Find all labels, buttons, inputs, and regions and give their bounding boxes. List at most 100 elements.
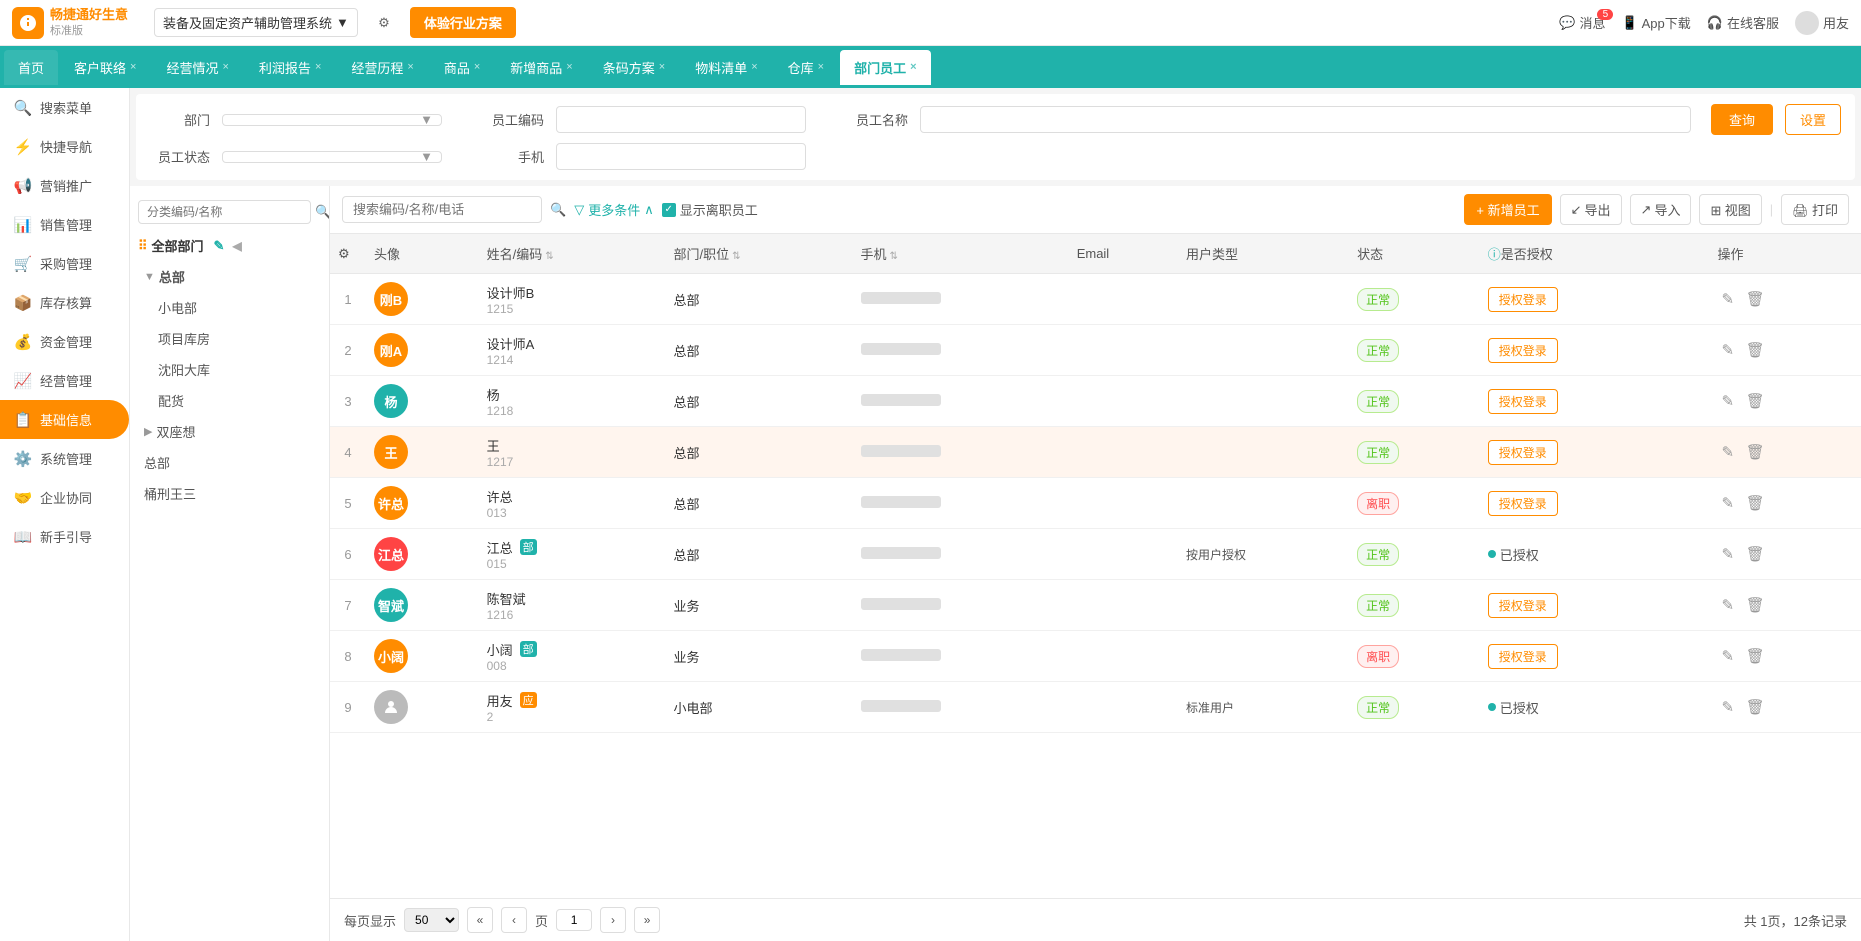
sidebar-item-quicknav[interactable]: ⚡ 快捷导航 (0, 127, 129, 166)
app-download-button[interactable]: 📱 App下载 (1621, 13, 1690, 32)
edit-button[interactable]: ✎ (1718, 543, 1739, 565)
th-phone[interactable]: 手机 (853, 234, 1069, 274)
tab-business[interactable]: 经营情况 × (152, 50, 242, 85)
close-icon[interactable]: × (751, 61, 757, 73)
close-icon[interactable]: × (130, 61, 136, 73)
close-icon[interactable]: × (315, 61, 321, 73)
dept-item-shuangzuo[interactable]: ▶ 双座想 (130, 416, 329, 447)
dept-item-zongbu2[interactable]: 总部 (130, 447, 329, 478)
close-icon[interactable]: × (474, 61, 480, 73)
sidebar-item-guide[interactable]: 📖 新手引导 (0, 517, 129, 556)
tab-profit[interactable]: 利润报告 × (245, 50, 335, 85)
edit-button[interactable]: ✎ (1718, 594, 1739, 616)
trial-button[interactable]: 体验行业方案 (410, 7, 516, 38)
close-icon[interactable]: × (910, 61, 916, 73)
dept-item-project[interactable]: 项目库房 (130, 323, 329, 354)
online-service-button[interactable]: 🎧 在线客服 (1707, 13, 1779, 32)
tab-history[interactable]: 经营历程 × (337, 50, 427, 85)
dept-item-shenyang[interactable]: 沈阳大库 (130, 354, 329, 385)
tab-bom[interactable]: 物料清单 × (681, 50, 771, 85)
emp-status-select[interactable]: ▼ (222, 151, 442, 163)
dept-search-input[interactable] (138, 200, 311, 224)
sidebar-item-search[interactable]: 🔍 搜索菜单 (0, 88, 129, 127)
delete-button[interactable]: 🗑 (1742, 390, 1769, 412)
prev-page-button[interactable]: ‹ (501, 907, 527, 933)
edit-button[interactable]: ✎ (1718, 441, 1739, 463)
sidebar-item-operations[interactable]: 📈 经营管理 (0, 361, 129, 400)
add-employee-button[interactable]: + 新增员工 (1464, 194, 1551, 225)
user-menu-button[interactable]: 用友 (1795, 11, 1849, 35)
delete-button[interactable]: 🗑 (1742, 441, 1769, 463)
auth-login-button[interactable]: 授权登录 (1488, 440, 1558, 465)
tab-barcode[interactable]: 条码方案 × (589, 50, 679, 85)
edit-button[interactable]: ✎ (1718, 696, 1739, 718)
tab-goods[interactable]: 商品 × (430, 50, 494, 85)
edit-button[interactable]: ✎ (1718, 645, 1739, 667)
edit-icon[interactable]: ✎ (214, 238, 225, 254)
dept-item-peihuo[interactable]: 配货 (130, 385, 329, 416)
first-page-button[interactable]: « (467, 907, 493, 933)
edit-button[interactable]: ✎ (1718, 390, 1739, 412)
tab-home[interactable]: 首页 (4, 50, 58, 85)
sys-select[interactable]: 装备及固定资产辅助管理系统 ▼ (154, 8, 358, 37)
view-button[interactable]: ⊞ 视图 (1699, 194, 1761, 225)
close-icon[interactable]: × (566, 61, 572, 73)
sidebar-item-system[interactable]: ⚙️ 系统管理 (0, 439, 129, 478)
th-settings[interactable]: ⚙ (330, 234, 366, 274)
sidebar-item-marketing[interactable]: 📢 营销推广 (0, 166, 129, 205)
sidebar-item-collab[interactable]: 🤝 企业协同 (0, 478, 129, 517)
dept-all-header[interactable]: ⠿ 全部部门 ✎ ◀ (130, 230, 329, 261)
auth-login-button[interactable]: 授权登录 (1488, 491, 1558, 516)
emp-name-input[interactable] (920, 106, 1691, 133)
filter-more-button[interactable]: ▽ 更多条件 ∧ (574, 200, 654, 219)
export-button[interactable]: ↙ 导出 (1560, 194, 1622, 225)
tab-customer[interactable]: 客户联络 × (60, 50, 150, 85)
sidebar-item-purchase[interactable]: 🛒 采购管理 (0, 244, 129, 283)
auth-login-button[interactable]: 授权登录 (1488, 389, 1558, 414)
search-button[interactable]: 查询 (1711, 104, 1773, 135)
emp-code-input[interactable] (556, 106, 806, 133)
close-icon[interactable]: × (659, 61, 665, 73)
search-icon[interactable]: 🔍 (550, 202, 566, 218)
show-resigned-toggle[interactable]: ✓ 显示离职员工 (662, 200, 758, 219)
th-dept[interactable]: 部门/职位 (666, 234, 853, 274)
sidebar-item-finance[interactable]: 💰 资金管理 (0, 322, 129, 361)
edit-button[interactable]: ✎ (1718, 288, 1739, 310)
auth-login-button[interactable]: 授权登录 (1488, 287, 1558, 312)
page-size-select[interactable]: 50 20 100 (404, 908, 459, 932)
tab-add-goods[interactable]: 新增商品 × (496, 50, 586, 85)
delete-button[interactable]: 🗑 (1742, 543, 1769, 565)
close-icon[interactable]: × (407, 61, 413, 73)
page-input[interactable] (556, 909, 592, 931)
auth-login-button[interactable]: 授权登录 (1488, 644, 1558, 669)
table-search-input[interactable] (342, 196, 542, 223)
delete-button[interactable]: 🗑 (1742, 492, 1769, 514)
dept-item-tongxing[interactable]: 桶刑王三 (130, 478, 329, 509)
delete-button[interactable]: 🗑 (1742, 594, 1769, 616)
delete-button[interactable]: 🗑 (1742, 288, 1769, 310)
auth-login-button[interactable]: 授权登录 (1488, 593, 1558, 618)
dept-item-xiaodian[interactable]: 小电部 (130, 292, 329, 323)
print-button[interactable]: 🖨 打印 (1781, 194, 1849, 225)
close-icon[interactable]: × (818, 61, 824, 73)
auth-login-button[interactable]: 授权登录 (1488, 338, 1558, 363)
tab-dept-employee[interactable]: 部门员工 × (840, 50, 930, 85)
close-icon[interactable]: × (222, 61, 228, 73)
edit-button[interactable]: ✎ (1718, 339, 1739, 361)
edit-button[interactable]: ✎ (1718, 492, 1739, 514)
collapse-icon[interactable]: ◀ (232, 239, 241, 253)
dept-item-zongbu[interactable]: ▼ 总部 (130, 261, 329, 292)
dept-select[interactable]: ▼ (222, 114, 442, 126)
settings-button[interactable]: ⚙ (370, 9, 398, 37)
th-name[interactable]: 姓名/编码 (479, 234, 666, 274)
last-page-button[interactable]: » (634, 907, 660, 933)
sidebar-item-inventory[interactable]: 📦 库存核算 (0, 283, 129, 322)
sidebar-item-sales[interactable]: 📊 销售管理 (0, 205, 129, 244)
delete-button[interactable]: 🗑 (1742, 696, 1769, 718)
delete-button[interactable]: 🗑 (1742, 339, 1769, 361)
next-page-button[interactable]: › (600, 907, 626, 933)
delete-button[interactable]: 🗑 (1742, 645, 1769, 667)
phone-input[interactable] (556, 143, 806, 170)
set-button[interactable]: 设置 (1785, 104, 1841, 135)
tab-warehouse[interactable]: 仓库 × (774, 50, 838, 85)
